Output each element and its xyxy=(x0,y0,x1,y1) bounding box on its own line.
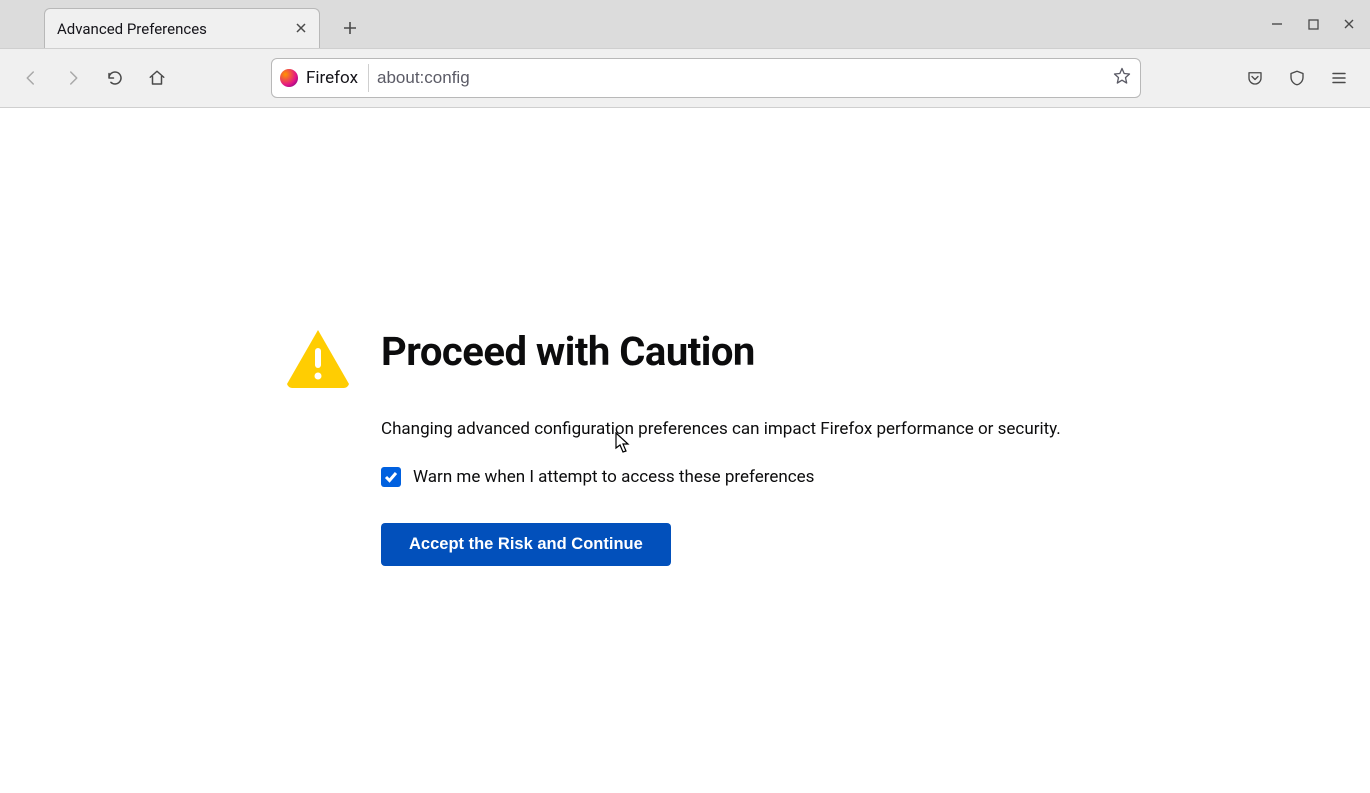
tab-strip: Advanced Preferences xyxy=(0,0,1370,48)
window-minimize-button[interactable] xyxy=(1262,9,1292,39)
warning-heading: Proceed with Caution xyxy=(381,328,1085,375)
new-tab-button[interactable] xyxy=(332,10,368,46)
warning-description: Changing advanced configuration preferen… xyxy=(381,419,1085,439)
tab-title: Advanced Preferences xyxy=(57,20,287,38)
navigation-toolbar: Firefox xyxy=(0,48,1370,108)
home-button[interactable] xyxy=(138,59,176,97)
identity-box[interactable]: Firefox xyxy=(280,64,369,92)
checkbox-label: Warn me when I attempt to access these p… xyxy=(413,467,814,487)
toolbar-right xyxy=(1236,59,1358,97)
accept-risk-button[interactable]: Accept the Risk and Continue xyxy=(381,523,671,566)
pocket-button[interactable] xyxy=(1236,59,1274,97)
page-content: Proceed with Caution Changing advanced c… xyxy=(0,108,1370,566)
shield-icon[interactable] xyxy=(1278,59,1316,97)
url-input[interactable] xyxy=(377,68,1104,88)
browser-tab[interactable]: Advanced Preferences xyxy=(44,8,320,48)
app-menu-button[interactable] xyxy=(1320,59,1358,97)
identity-label: Firefox xyxy=(306,68,358,88)
urlbar[interactable]: Firefox xyxy=(271,58,1141,98)
window-maximize-button[interactable] xyxy=(1298,9,1328,39)
reload-button[interactable] xyxy=(96,59,134,97)
warning-panel: Proceed with Caution Changing advanced c… xyxy=(285,328,1085,566)
window-controls xyxy=(1262,9,1364,39)
warning-icon xyxy=(285,328,351,566)
firefox-logo-icon xyxy=(280,69,298,87)
bookmark-star-icon[interactable] xyxy=(1112,66,1132,91)
window-close-button[interactable] xyxy=(1334,9,1364,39)
checkbox-icon[interactable] xyxy=(381,467,401,487)
tab-close-icon[interactable] xyxy=(295,20,307,38)
urlbar-container: Firefox xyxy=(180,58,1232,98)
back-button[interactable] xyxy=(12,59,50,97)
warn-checkbox-row[interactable]: Warn me when I attempt to access these p… xyxy=(381,467,1085,487)
warning-body: Proceed with Caution Changing advanced c… xyxy=(381,328,1085,566)
forward-button[interactable] xyxy=(54,59,92,97)
